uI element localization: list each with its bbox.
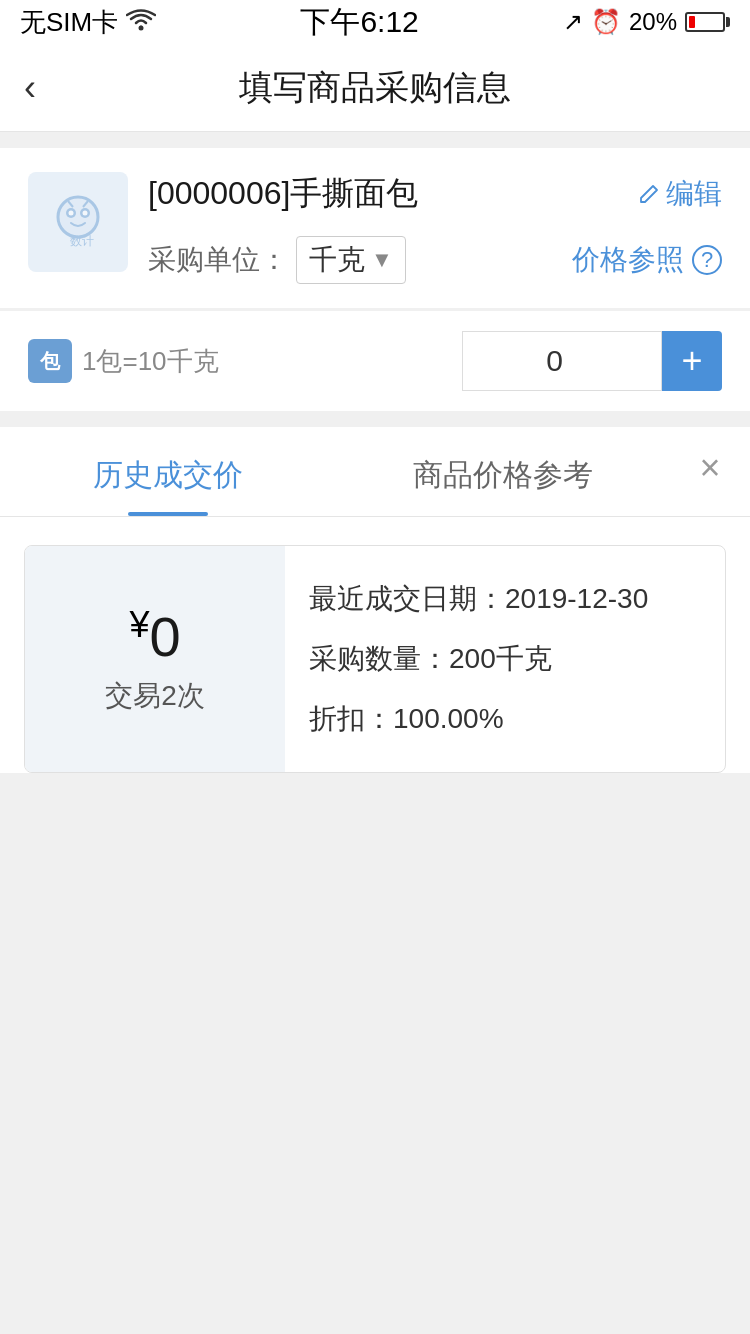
price-detail-discount: 折扣：100.00% — [309, 698, 701, 740]
status-right: ↗ ⏰ 20% — [563, 8, 730, 36]
tabs-header: 历史成交价 商品价格参考 × — [0, 427, 750, 517]
chevron-down-icon: ▼ — [371, 247, 393, 273]
price-amount: 0 — [149, 604, 180, 669]
tab-history-price-label: 历史成交价 — [93, 458, 243, 491]
product-header: 数计 [0000006]手撕面包 编辑 采购单位： 千克 ▼ — [28, 172, 722, 284]
price-card: ¥ 0 交易2次 最近成交日期：2019-12-30 采购数量：200千克 折扣… — [24, 545, 726, 773]
alarm-icon: ⏰ — [591, 8, 621, 36]
price-detail-discount-value: 100.00% — [393, 703, 504, 734]
price-ref-label: 价格参照 — [572, 241, 684, 279]
unit-select[interactable]: 千克 ▼ — [296, 236, 406, 284]
price-ref-help-icon: ? — [692, 245, 722, 275]
tabs-container: 历史成交价 商品价格参考 × ¥ 0 交易2次 最近成交日期：2019-12-3… — [0, 427, 750, 773]
price-card-left: ¥ 0 交易2次 — [25, 546, 285, 772]
price-detail-date-value: 2019-12-30 — [505, 583, 648, 614]
tabs-close-button[interactable]: × — [670, 447, 750, 497]
page-background — [0, 801, 750, 1334]
status-carrier: 无SIM卡 — [20, 5, 156, 40]
price-tx-count: 交易2次 — [105, 677, 205, 715]
tab-product-price-ref[interactable]: 商品价格参考 — [335, 427, 670, 516]
edit-label: 编辑 — [666, 175, 722, 213]
price-detail-date-label: 最近成交日期： — [309, 583, 505, 614]
svg-point-1 — [58, 197, 98, 237]
price-reference-button[interactable]: 价格参照 ? — [572, 241, 722, 279]
product-card: 数计 [0000006]手撕面包 编辑 采购单位： 千克 ▼ — [0, 148, 750, 308]
quantity-input[interactable] — [462, 331, 662, 391]
price-card-right: 最近成交日期：2019-12-30 采购数量：200千克 折扣：100.00% — [285, 546, 725, 772]
quantity-plus-button[interactable]: + — [662, 331, 722, 391]
quantity-unit-info: 包 1包=10千克 — [28, 339, 219, 383]
svg-point-0 — [139, 25, 144, 30]
location-icon: ↗ — [563, 8, 583, 36]
svg-text:数计: 数计 — [70, 234, 94, 248]
price-detail-qty-value: 200千克 — [449, 643, 552, 674]
price-detail-qty-label: 采购数量： — [309, 643, 449, 674]
quantity-unit-text: 1包=10千克 — [82, 344, 219, 379]
battery-percent: 20% — [629, 8, 677, 36]
tab-product-price-ref-label: 商品价格参考 — [413, 458, 593, 491]
product-name: [0000006]手撕面包 — [148, 172, 418, 216]
svg-point-4 — [69, 211, 74, 216]
wifi-icon — [126, 7, 156, 38]
unit-label: 采购单位： — [148, 241, 288, 279]
price-currency: ¥ — [129, 604, 149, 646]
product-thumbnail: 数计 — [28, 172, 128, 272]
edit-button[interactable]: 编辑 — [638, 175, 722, 213]
back-button[interactable]: ‹ — [24, 67, 36, 109]
price-detail-qty: 采购数量：200千克 — [309, 638, 701, 680]
quantity-unit-icon: 包 — [28, 339, 72, 383]
unit-value: 千克 — [309, 241, 365, 279]
carrier-text: 无SIM卡 — [20, 5, 118, 40]
svg-point-5 — [83, 211, 88, 216]
price-detail-discount-label: 折扣： — [309, 703, 393, 734]
nav-bar: ‹ 填写商品采购信息 — [0, 44, 750, 132]
product-info: [0000006]手撕面包 编辑 采购单位： 千克 ▼ 价格 — [148, 172, 722, 284]
battery-icon — [685, 12, 730, 32]
price-detail-date: 最近成交日期：2019-12-30 — [309, 578, 701, 620]
quantity-section: 包 1包=10千克 + — [0, 310, 750, 411]
quantity-input-row: + — [462, 331, 722, 391]
page-title: 填写商品采购信息 — [239, 65, 511, 111]
status-time: 下午6:12 — [300, 2, 418, 43]
status-bar: 无SIM卡 下午6:12 ↗ ⏰ 20% — [0, 0, 750, 44]
tab-history-price[interactable]: 历史成交价 — [0, 427, 335, 516]
